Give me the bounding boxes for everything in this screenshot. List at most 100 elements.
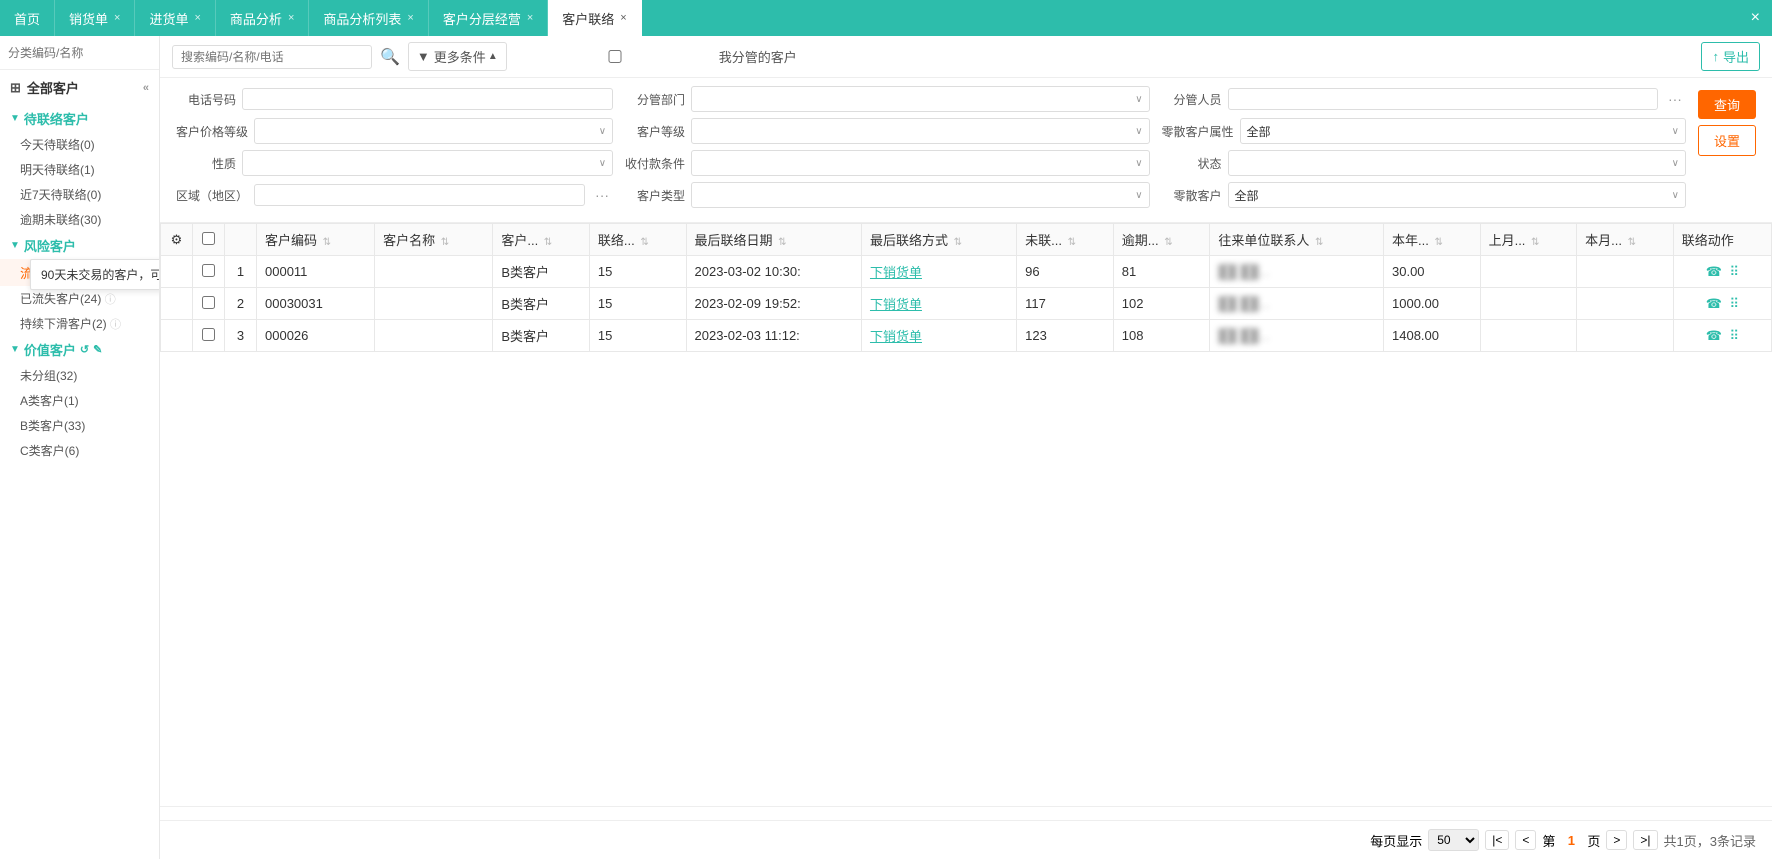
- filter-retail-attr-select[interactable]: 全部 ∨: [1240, 118, 1686, 144]
- global-close-btn[interactable]: ×: [1739, 9, 1772, 27]
- col-last-method[interactable]: 最后联络方式 ⇅: [861, 224, 1016, 256]
- col-last-month[interactable]: 上月... ⇅: [1480, 224, 1577, 256]
- sidebar-item-class-a[interactable]: A类客户(1): [0, 388, 159, 413]
- my-customers-checkbox-label[interactable]: 我分管的客户: [515, 47, 797, 66]
- sidebar-collapse-btn[interactable]: «: [143, 82, 149, 94]
- query-btn[interactable]: 查询: [1698, 90, 1756, 119]
- tab-close-sales[interactable]: ×: [114, 12, 120, 24]
- filter-dept-select[interactable]: ∨: [691, 86, 1149, 112]
- sidebar-item-ungrouped[interactable]: 未分组(32): [0, 363, 159, 388]
- action-phone-icon-1[interactable]: ☎: [1706, 296, 1722, 311]
- chevron-down-icon-9: ∨: [1672, 190, 1679, 201]
- edit-icon[interactable]: ✎: [93, 343, 102, 356]
- next-page-btn[interactable]: >: [1606, 830, 1627, 850]
- filter-retail-cust-select[interactable]: 全部 ∨: [1228, 182, 1686, 208]
- tab-customer-segment[interactable]: 客户分层经营 ×: [429, 0, 548, 36]
- tab-close-purchase[interactable]: ×: [194, 12, 200, 24]
- row-action-2[interactable]: ☎ ⠿: [1673, 320, 1771, 352]
- filter-manager-input[interactable]: [1228, 88, 1658, 110]
- sidebar-item-today-contact[interactable]: 今天待联络(0): [0, 132, 159, 157]
- tab-close-product-analysis[interactable]: ×: [288, 12, 294, 24]
- filter-status-select[interactable]: ∨: [1228, 150, 1686, 176]
- select-all-checkbox[interactable]: [202, 232, 215, 245]
- tab-product-analysis-list[interactable]: 商品分析列表 ×: [309, 0, 428, 36]
- col-uncontacted[interactable]: 未联... ⇅: [1017, 224, 1114, 256]
- col-this-month[interactable]: 本月... ⇅: [1577, 224, 1674, 256]
- filter-cust-type-select[interactable]: ∨: [691, 182, 1149, 208]
- filter-cust-level-select[interactable]: ∨: [691, 118, 1149, 144]
- tab-customer-contact[interactable]: 客户联络 ×: [548, 0, 641, 36]
- col-overdue[interactable]: 逾期... ⇅: [1113, 224, 1210, 256]
- tab-close-customer-contact[interactable]: ×: [620, 12, 626, 24]
- tab-sales[interactable]: 销货单 ×: [55, 0, 135, 36]
- sidebar-group-value[interactable]: ▼ 价值客户 ↺ ✎: [0, 336, 159, 363]
- prev-page-btn[interactable]: <: [1515, 830, 1536, 850]
- col-contacts[interactable]: 联络... ⇅: [589, 224, 686, 256]
- row-this-month-2: [1577, 320, 1674, 352]
- filter-nature-select[interactable]: ∨: [242, 150, 613, 176]
- last-page-btn[interactable]: >|: [1633, 830, 1657, 850]
- tab-home[interactable]: 首页: [0, 0, 55, 36]
- row-type-0: B类客户: [493, 256, 590, 288]
- sidebar-item-class-c[interactable]: C类客户(6): [0, 438, 159, 463]
- tab-close-customer-segment[interactable]: ×: [527, 12, 533, 24]
- sort-icon-this-month: ⇅: [1628, 237, 1636, 248]
- sidebar-item-tomorrow-contact[interactable]: 明天待联络(1): [0, 157, 159, 182]
- sidebar-group-risk[interactable]: ▼ 风险客户: [0, 232, 159, 259]
- action-phone-icon-0[interactable]: ☎: [1706, 264, 1722, 279]
- per-page-select[interactable]: 50 100 200: [1428, 829, 1479, 851]
- tab-purchase[interactable]: 进货单 ×: [135, 0, 215, 36]
- sidebar-item-declining[interactable]: 持续下滑客户(2) ⓘ: [0, 311, 159, 336]
- sidebar-all-customers[interactable]: ⊞ 全部客户 «: [0, 70, 159, 105]
- sidebar-item-week-contact[interactable]: 近7天待联络(0): [0, 182, 159, 207]
- col-last-date[interactable]: 最后联络日期 ⇅: [686, 224, 861, 256]
- export-btn[interactable]: ↑ 导出: [1701, 42, 1760, 71]
- search-btn[interactable]: 🔍: [380, 47, 400, 67]
- search-input[interactable]: [172, 45, 372, 69]
- info-icon-2: ⓘ: [110, 319, 121, 331]
- col-unit-contact[interactable]: 往来单位联系人 ⇅: [1210, 224, 1384, 256]
- refresh-icon[interactable]: ↺: [80, 343, 89, 356]
- col-current-year[interactable]: 本年... ⇅: [1384, 224, 1481, 256]
- filter-region-input[interactable]: [254, 184, 585, 206]
- filter-phone-input[interactable]: [242, 88, 613, 110]
- row-action-1[interactable]: ☎ ⠿: [1673, 288, 1771, 320]
- horizontal-scrollbar[interactable]: [160, 806, 1772, 820]
- settings-btn[interactable]: 设置: [1698, 125, 1756, 156]
- sidebar-search-input[interactable]: [8, 46, 160, 60]
- row-checkbox-2[interactable]: [193, 320, 225, 352]
- action-more-icon-2[interactable]: ⠿: [1730, 328, 1740, 343]
- col-code[interactable]: 客户编码 ⇅: [257, 224, 375, 256]
- first-page-btn[interactable]: |<: [1485, 830, 1509, 850]
- tab-close-product-analysis-list[interactable]: ×: [407, 12, 413, 24]
- row-last-method-0[interactable]: 下销货单: [861, 256, 1016, 288]
- sidebar-item-class-b[interactable]: B类客户(33): [0, 413, 159, 438]
- sort-icon-type: ⇅: [544, 237, 552, 248]
- row-last-date-2: 2023-02-03 11:12:: [686, 320, 861, 352]
- filter-icon: ▼: [417, 49, 430, 64]
- action-phone-icon-2[interactable]: ☎: [1706, 328, 1722, 343]
- col-checkbox[interactable]: [193, 224, 225, 256]
- action-more-icon-0[interactable]: ⠿: [1730, 264, 1740, 279]
- col-name[interactable]: 客户名称 ⇅: [375, 224, 493, 256]
- row-last-method-1[interactable]: 下销货单: [861, 288, 1016, 320]
- row-last-method-2[interactable]: 下销货单: [861, 320, 1016, 352]
- row-checkbox-0[interactable]: [193, 256, 225, 288]
- filter-price-level-select[interactable]: ∨: [254, 118, 613, 144]
- row-checkbox-1[interactable]: [193, 288, 225, 320]
- sort-icon-current-year: ⇅: [1434, 237, 1442, 248]
- tab-product-analysis[interactable]: 商品分析 ×: [216, 0, 309, 36]
- data-table: ⚙ 客户编码 ⇅ 客户名称 ⇅ 客户... ⇅ 联络... ⇅ 最后联络日期 ⇅…: [160, 223, 1772, 352]
- action-more-icon-1[interactable]: ⠿: [1730, 296, 1740, 311]
- col-settings[interactable]: ⚙: [161, 224, 193, 256]
- more-conditions-btn[interactable]: ▼ 更多条件 ▲: [408, 42, 507, 71]
- sidebar-group-waiting[interactable]: ▼ 待联络客户: [0, 105, 159, 132]
- filter-payment-select[interactable]: ∨: [691, 150, 1149, 176]
- col-type[interactable]: 客户... ⇅: [493, 224, 590, 256]
- row-action-0[interactable]: ☎ ⠿: [1673, 256, 1771, 288]
- more-btn-region[interactable]: ···: [591, 187, 613, 203]
- col-num: [225, 224, 257, 256]
- more-btn-manager[interactable]: ···: [1664, 91, 1686, 107]
- my-customers-checkbox[interactable]: [515, 50, 715, 63]
- sidebar-item-overdue-contact[interactable]: 逾期未联络(30): [0, 207, 159, 232]
